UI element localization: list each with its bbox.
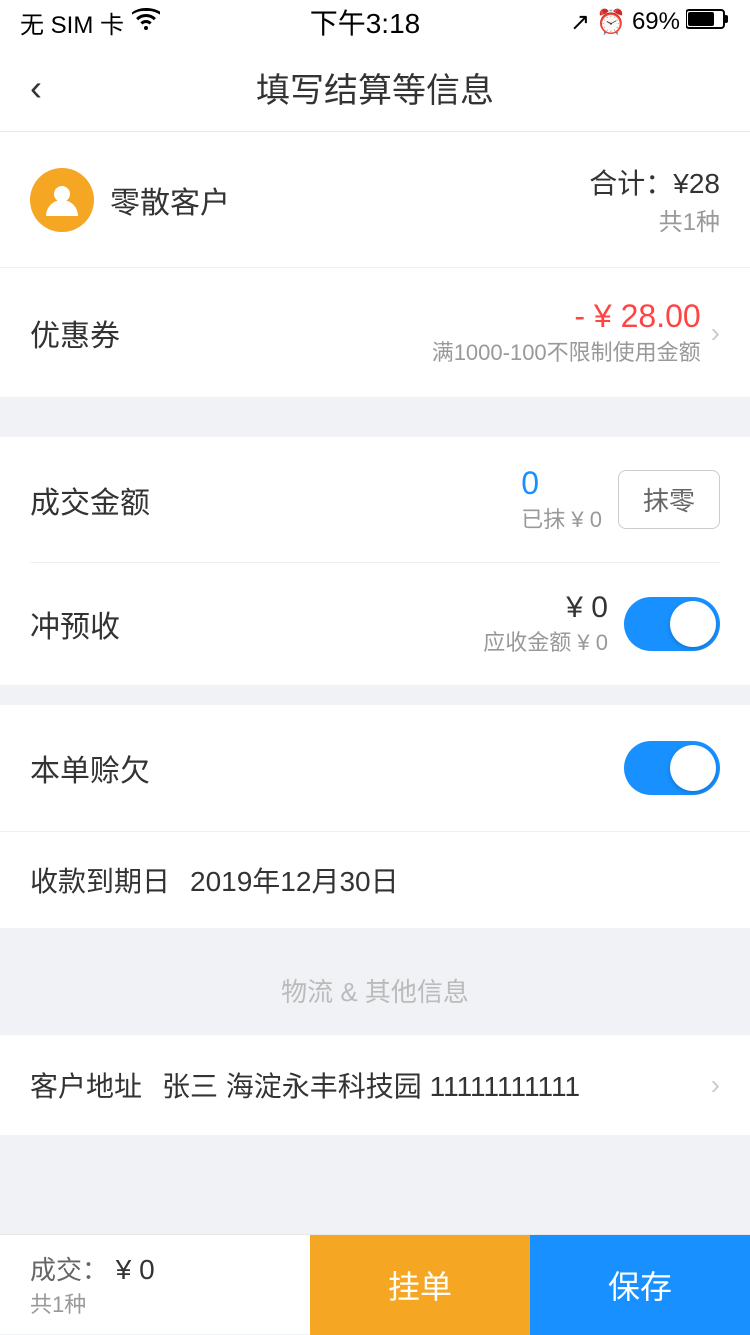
coupon-desc: 满1000-100不限制使用金额 [432, 335, 701, 367]
transaction-section: 成交金额 0 已抹 ¥ 0 抹零 冲预收 ¥ 0 应收金额 ¥ 0 [0, 437, 750, 685]
transaction-label: 成交金额 [30, 478, 150, 522]
logistics-label: 物流 & 其他信息 [281, 977, 469, 1007]
arrears-section: 本单赊欠 [0, 705, 750, 831]
customer-total: 合计：¥28 共1种 [589, 162, 720, 237]
coupon-amount: - ¥ 28.00 [432, 298, 701, 335]
customer-info: 零散客户 [30, 168, 230, 232]
divider-1 [0, 417, 750, 437]
location-icon: ↗ [570, 8, 590, 37]
divider-3 [0, 928, 750, 948]
duedate-row: 收款到期日 2019年12月30日 [0, 831, 750, 928]
bottom-info: 成交： ¥ 0 共1种 [0, 1250, 310, 1319]
battery-text: 69% [632, 8, 680, 36]
wifi-icon [132, 8, 160, 37]
status-time: 下午3:18 [310, 2, 421, 42]
page-title: 填写结算等信息 [256, 63, 494, 112]
avatar [30, 168, 94, 232]
round-off-button[interactable]: 抹零 [618, 470, 720, 529]
total-amount: 合计：¥28 [589, 162, 720, 202]
coupon-row[interactable]: 优惠券 - ¥ 28.00 满1000-100不限制使用金额 › [0, 267, 750, 397]
coupon-right: - ¥ 28.00 满1000-100不限制使用金额 › [432, 298, 720, 367]
alarm-icon: ⏰ [596, 8, 626, 37]
nav-bar: ‹ 填写结算等信息 [0, 44, 750, 132]
total-count: 共1种 [589, 202, 720, 237]
transaction-sub: 已抹 ¥ 0 [521, 502, 602, 534]
save-button[interactable]: 保存 [530, 1235, 750, 1335]
customer-section: 零散客户 合计：¥28 共1种 优惠券 - ¥ 28.00 满1000-100不… [0, 132, 750, 397]
precollect-sub: 应收金额 ¥ 0 [483, 625, 608, 657]
precollect-row: 冲预收 ¥ 0 应收金额 ¥ 0 [30, 563, 720, 685]
arrears-toggle[interactable] [624, 741, 720, 795]
precollect-toggle[interactable] [624, 597, 720, 651]
battery-icon [686, 8, 730, 37]
duedate-label: 收款到期日 [30, 860, 170, 900]
precollect-label: 冲预收 [30, 602, 120, 646]
status-bar: 无 SIM 卡 下午3:18 ↗ ⏰ 69% [0, 0, 750, 44]
precollect-info: ¥ 0 应收金额 ¥ 0 [483, 591, 608, 657]
divider-2 [0, 685, 750, 705]
bottom-deal-label: 成交： [30, 1255, 108, 1285]
customer-name: 零散客户 [110, 178, 230, 222]
transaction-right: 0 已抹 ¥ 0 抹零 [521, 465, 720, 534]
hold-order-button[interactable]: 挂单 [310, 1235, 530, 1335]
precollect-right: ¥ 0 应收金额 ¥ 0 [483, 591, 720, 657]
customer-row: 零散客户 合计：¥28 共1种 [0, 132, 750, 267]
status-right: ↗ ⏰ 69% [570, 8, 730, 37]
coupon-label: 优惠券 [30, 311, 120, 355]
logistics-section: 物流 & 其他信息 [0, 948, 750, 1033]
bottom-bar: 成交： ¥ 0 共1种 挂单 保存 [0, 1234, 750, 1334]
arrears-label: 本单赊欠 [30, 746, 150, 790]
bottom-count: 共1种 [30, 1287, 280, 1319]
arrears-row: 本单赊欠 [30, 705, 720, 831]
no-sim-text: 无 SIM 卡 [20, 5, 124, 40]
coupon-info: - ¥ 28.00 满1000-100不限制使用金额 [432, 298, 701, 367]
bottom-amount: ¥ 0 [116, 1254, 155, 1285]
address-label: 客户地址 [30, 1065, 142, 1105]
address-section[interactable]: 客户地址 张三 海淀永丰科技园 11111111111 › [0, 1035, 750, 1135]
transaction-row: 成交金额 0 已抹 ¥ 0 抹零 [30, 437, 720, 563]
precollect-amount: ¥ 0 [483, 591, 608, 625]
address-value: 张三 海淀永丰科技园 11111111111 [162, 1065, 711, 1105]
status-left: 无 SIM 卡 [20, 5, 160, 40]
chevron-right-icon: › [711, 317, 720, 349]
back-button[interactable]: ‹ [30, 67, 42, 109]
duedate-value: 2019年12月30日 [190, 860, 399, 900]
address-chevron-icon: › [711, 1069, 720, 1101]
transaction-value: 0 [521, 465, 602, 502]
